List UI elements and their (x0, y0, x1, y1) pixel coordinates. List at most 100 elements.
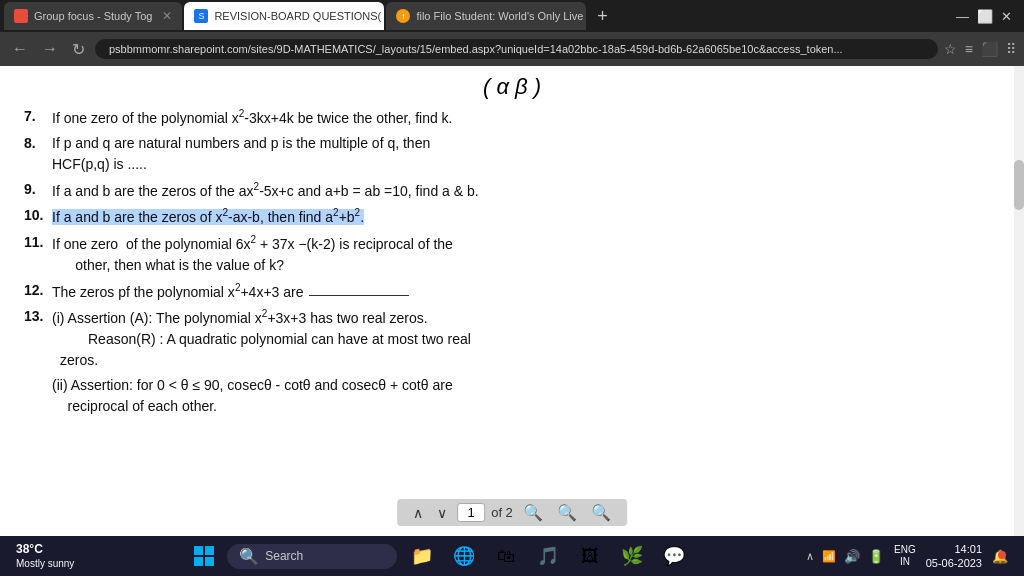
maximize-button[interactable]: ⬜ (977, 9, 993, 24)
pdf-zoom-out-button[interactable]: 🔍 (519, 503, 547, 522)
bookmark-icon[interactable]: ☆ (944, 41, 957, 57)
windows-logo-icon (194, 546, 214, 566)
address-icons: ☆ ≡ ⬛ ⠿ (944, 41, 1016, 57)
clock-date: 05-06-2023 (926, 556, 982, 570)
q7-text: If one zero of the polynomial x2-3kx+4k … (52, 106, 1000, 129)
question-7: 7. If one zero of the polynomial x2-3kx+… (24, 106, 1000, 129)
address-input[interactable] (95, 39, 938, 59)
taskbar-music-icon[interactable]: 🎵 (531, 539, 565, 573)
address-bar: ← → ↻ ☆ ≡ ⬛ ⠿ (0, 32, 1024, 66)
q13-reason-cont: zeros. (52, 352, 98, 368)
search-label: Search (265, 549, 303, 563)
scroll-thumb[interactable] (1014, 160, 1024, 210)
tab-favicon-1 (14, 9, 28, 23)
svg-rect-3 (205, 557, 214, 566)
q12-text: The zeros pf the polynomial x2+4x+3 are (52, 280, 1000, 303)
explorer-icon: 📁 (411, 545, 433, 567)
search-box[interactable]: 🔍 Search (227, 544, 397, 569)
q9-num: 9. (24, 179, 52, 200)
q7-num: 7. (24, 106, 52, 127)
question-12: 12. The zeros pf the polynomial x2+4x+3 … (24, 280, 1000, 303)
tab-group-focus[interactable]: Group focus - Study Tog ✕ (4, 2, 182, 30)
extension-icon[interactable]: ⬛ (981, 41, 998, 57)
pdf-search-button[interactable]: 🔍 (587, 503, 615, 522)
extra-icon-1: 🌿 (621, 545, 643, 567)
profile-icon[interactable]: ≡ (965, 41, 973, 57)
svg-rect-0 (194, 546, 203, 555)
taskbar: 38°C Mostly sunny 🔍 Search 📁 🌐 🛍 (0, 536, 1024, 576)
edge-icon: 🌐 (453, 545, 475, 567)
music-icon: 🎵 (537, 545, 559, 567)
clock-time: 14:01 (926, 542, 982, 556)
q13-text-i: (i) Assertion (A): The polynomial x2+3x+… (52, 306, 471, 371)
notification-badge (998, 551, 1006, 559)
q13-part-i-container: 13. (i) Assertion (A): The polynomial x2… (24, 306, 471, 371)
pdf-of-pages: of 2 (491, 505, 513, 520)
tab-favicon-3: f (396, 9, 410, 23)
tab-favicon-2: S (194, 9, 208, 23)
svg-rect-1 (205, 546, 214, 555)
back-button[interactable]: ← (8, 38, 32, 60)
minimize-button[interactable]: — (956, 9, 969, 24)
formula-text: ( α β ) (483, 74, 541, 100)
weather-temp: 38°C (16, 542, 74, 558)
question-10: 10. If a and b are the zeros of x2-ax-b,… (24, 205, 1000, 228)
question-list: 7. If one zero of the polynomial x2-3kx+… (24, 106, 1000, 417)
taskbar-extra1[interactable]: 🌿 (615, 539, 649, 573)
taskbar-edge-icon[interactable]: 🌐 (447, 539, 481, 573)
search-icon: 🔍 (239, 547, 259, 566)
q13-num: 13. (24, 306, 52, 371)
formula-display: ( α β ) (24, 74, 1000, 100)
blank-answer (309, 295, 409, 296)
start-button[interactable] (189, 541, 219, 571)
photos-icon: 🖼 (581, 546, 599, 567)
tab-filo[interactable]: f filo Filo Student: World's Only Live I… (386, 2, 586, 30)
close-button[interactable]: ✕ (1001, 9, 1012, 24)
q10-text: If a and b are the zeros of x2-ax-b, the… (52, 205, 1000, 228)
assertion-ii: (ii) Assertion: for 0 < θ ≤ 90, cosecθ -… (52, 375, 1000, 417)
svg-rect-2 (194, 557, 203, 566)
pdf-next-button[interactable]: ∨ (433, 505, 451, 521)
question-9: 9. If a and b are the zeros of the ax2-5… (24, 179, 1000, 202)
language-indicator[interactable]: ENG IN (894, 544, 916, 568)
q8-text: If p and q are natural numbers and p is … (52, 133, 1000, 175)
weather-condition: Mostly sunny (16, 557, 74, 570)
tab-label-2: REVISION-BOARD QUESTIONS( (214, 10, 381, 22)
new-tab-button[interactable]: + (588, 2, 616, 30)
lang-text: ENG (894, 544, 916, 556)
tab-revision[interactable]: S REVISION-BOARD QUESTIONS( ✕ (184, 2, 384, 30)
q9-text: If a and b are the zeros of the ax2-5x+c… (52, 179, 1000, 202)
pdf-page-input[interactable] (457, 503, 485, 522)
battery-icon[interactable]: 🔋 (868, 549, 884, 564)
menu-icon[interactable]: ⠿ (1006, 41, 1016, 57)
pdf-controls: ∧ ∨ of 2 🔍 🔍 🔍 (397, 499, 627, 526)
network-icon[interactable]: 📶 (822, 550, 836, 563)
question-13: 13. (i) Assertion (A): The polynomial x2… (24, 306, 1000, 371)
taskbar-explorer-icon[interactable]: 📁 (405, 539, 439, 573)
clock-display[interactable]: 14:01 05-06-2023 (926, 542, 982, 571)
q10-num: 10. (24, 205, 52, 226)
taskbar-photos-icon[interactable]: 🖼 (573, 539, 607, 573)
scroll-track (1014, 66, 1024, 536)
pdf-content: ( α β ) 7. If one zero of the polynomial… (0, 66, 1024, 536)
weather-widget: 38°C Mostly sunny (8, 542, 82, 571)
reload-button[interactable]: ↻ (68, 38, 89, 61)
taskbar-extra2[interactable]: 💬 (657, 539, 691, 573)
tab-close-1[interactable]: ✕ (162, 9, 172, 23)
q11-text: If one zero of the polynomial 6x2 + 37x … (52, 232, 1000, 276)
question-11: 11. If one zero of the polynomial 6x2 + … (24, 232, 1000, 276)
pdf-zoom-reset-button[interactable]: 🔍 (553, 503, 581, 522)
tab-label-1: Group focus - Study Tog (34, 10, 152, 22)
volume-icon[interactable]: 🔊 (844, 549, 860, 564)
q10-highlight: If a and b are the zeros of x2-ax-b, the… (52, 209, 364, 225)
q8-num: 8. (24, 133, 52, 154)
tray-arrow-icon[interactable]: ∧ (806, 550, 814, 563)
region-text: IN (894, 556, 916, 568)
tab-label-3: filo Filo Student: World's Only Live In (416, 10, 586, 22)
taskbar-right: ∧ 📶 🔊 🔋 ENG IN 14:01 05-06-2023 🔔 (798, 542, 1016, 571)
forward-button[interactable]: → (38, 38, 62, 60)
taskbar-store-icon[interactable]: 🛍 (489, 539, 523, 573)
taskbar-center: 🔍 Search 📁 🌐 🛍 🎵 🖼 🌿 💬 (82, 539, 798, 573)
pdf-prev-button[interactable]: ∧ (409, 505, 427, 521)
question-8: 8. If p and q are natural numbers and p … (24, 133, 1000, 175)
